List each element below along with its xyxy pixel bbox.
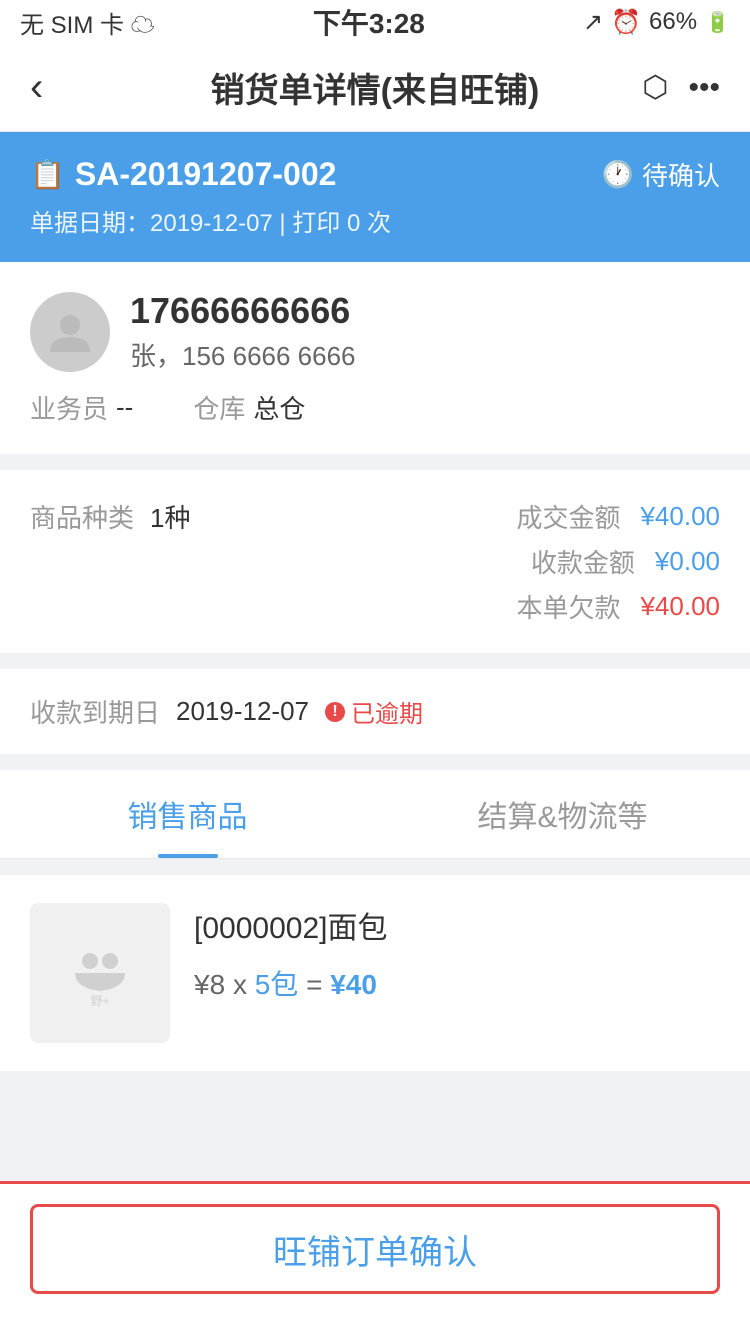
nav-bar: ‹ 销货单详情(来自旺铺) ⬡ ••• (0, 44, 750, 132)
summary-section: 商品种类 1种 成交金额 ¥40.00 收款金额 ¥0.00 本单欠款 ¥40.… (0, 470, 750, 653)
status-time: 下午3:28 (313, 2, 425, 42)
svg-text:野+: 野+ (90, 994, 109, 1008)
share-icon[interactable]: ⬡ (642, 70, 668, 105)
order-date: 单据日期：2019-12-07 | 打印 0 次 (30, 203, 720, 238)
order-icon: 📋 (30, 158, 65, 191)
bottom-bar: 旺铺订单确认 (0, 1181, 750, 1334)
product-thumbnail: 野+ (30, 903, 170, 1043)
deal-amount: ¥40.00 (640, 501, 720, 532)
due-label: 收款到期日 (30, 693, 160, 730)
overdue-badge: ! 已逾期 (325, 694, 423, 729)
back-button[interactable]: ‹ (30, 65, 43, 110)
nav-right: ⬡ ••• (640, 70, 720, 105)
receipt-label: 收款金额 (531, 543, 635, 580)
due-date-section: 收款到期日 2019-12-07 ! 已逾期 (0, 669, 750, 754)
product-price: ¥8 x 5包 = ¥40 (194, 963, 720, 1003)
multiply-sign: x (233, 969, 247, 1000)
deal-label: 成交金额 (516, 498, 620, 535)
salesperson-value: -- (116, 392, 133, 423)
debt-label: 本单欠款 (516, 588, 620, 625)
customer-phone: 17666666666 (130, 290, 356, 332)
kind-label: 商品种类 (30, 498, 134, 535)
sim-status: 无 SIM 卡 ☁ (20, 5, 155, 40)
total-value: ¥40 (330, 969, 377, 1000)
customer-name: 张，156 6666 6666 (130, 336, 356, 373)
status-bar: 无 SIM 卡 ☁ 下午3:28 ↗ ⏰ 66% 🔋 (0, 0, 750, 44)
order-id: 📋 SA-20191207-002 (30, 156, 336, 193)
confirm-order-button[interactable]: 旺铺订单确认 (30, 1204, 720, 1294)
price-value: ¥8 (194, 969, 225, 1000)
clock-icon: 🕐 (602, 159, 634, 190)
more-icon[interactable]: ••• (688, 71, 720, 105)
receipt-amount: ¥0.00 (655, 546, 720, 577)
battery-level: 66% (649, 8, 697, 36)
warehouse-label: 仓库 (193, 389, 245, 426)
tabs-section: 销售商品 结算&物流等 (0, 770, 750, 859)
debt-amount: ¥40.00 (640, 591, 720, 622)
kind-value: 1种 (150, 498, 190, 535)
alarm-icon: ⏰ (611, 8, 641, 37)
overdue-icon: ! (325, 702, 345, 722)
quantity-value: 5包 (255, 969, 299, 1000)
warehouse-value: 总仓 (253, 389, 305, 426)
tab-settlement[interactable]: 结算&物流等 (375, 770, 750, 858)
order-header-card: 📋 SA-20191207-002 🕐 待确认 单据日期：2019-12-07 … (0, 132, 750, 262)
status-badge: 🕐 待确认 (602, 156, 720, 193)
product-info: [0000002]面包 ¥8 x 5包 = ¥40 (194, 903, 720, 1003)
product-item: 野+ [0000002]面包 ¥8 x 5包 = ¥40 (0, 875, 750, 1071)
location-icon: ↗ (583, 8, 603, 37)
page-title: 销货单详情(来自旺铺) (110, 63, 640, 112)
overdue-text: 已逾期 (351, 694, 423, 729)
status-left: 无 SIM 卡 ☁ (20, 5, 155, 40)
status-right: ↗ ⏰ 66% 🔋 (583, 8, 730, 37)
customer-section: 17666666666 张，156 6666 6666 业务员 -- 仓库 总仓 (0, 262, 750, 454)
nav-left: ‹ (30, 65, 110, 110)
product-name: [0000002]面包 (194, 903, 720, 947)
equals-sign: = (306, 969, 322, 1000)
avatar (30, 292, 110, 372)
tab-products[interactable]: 销售商品 (0, 770, 375, 858)
battery-icon: 🔋 (705, 10, 730, 35)
salesperson-label: 业务员 (30, 389, 108, 426)
due-date-value: 2019-12-07 (176, 696, 309, 727)
